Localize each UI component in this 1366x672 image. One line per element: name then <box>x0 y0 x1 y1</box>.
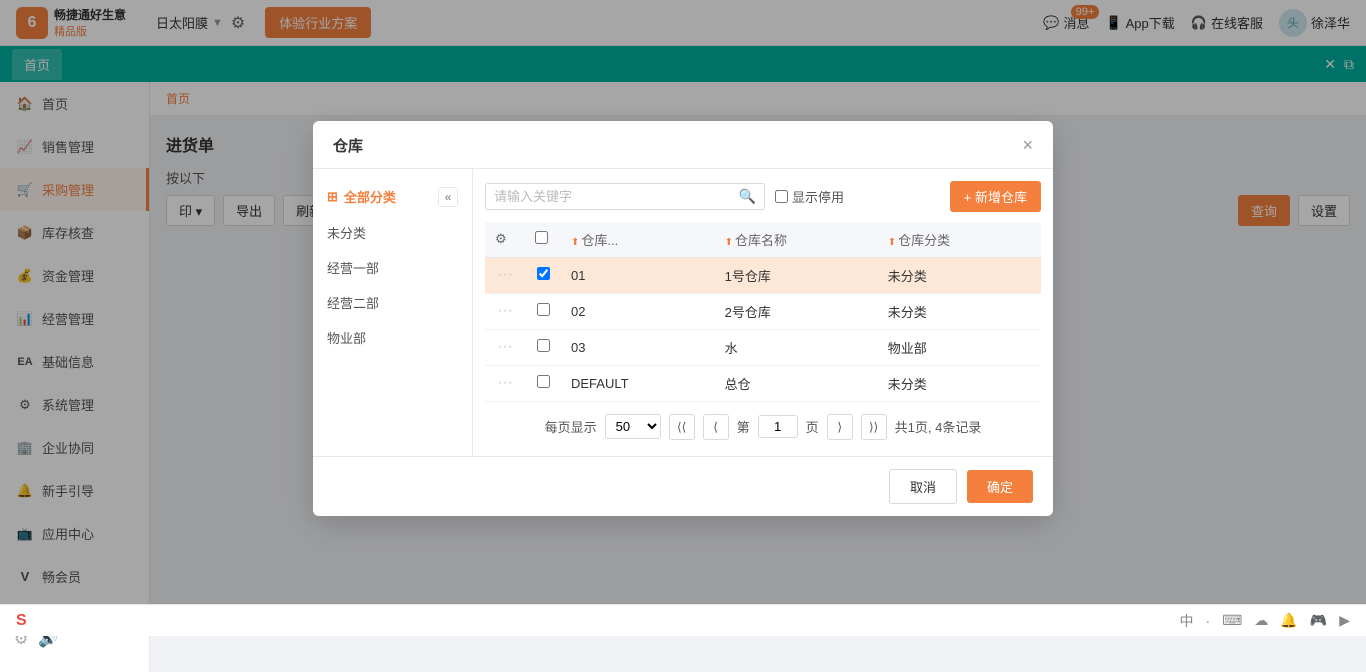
category-collapse-btn[interactable]: « <box>438 187 458 207</box>
category-property[interactable]: 物业部 <box>313 320 472 355</box>
select-all-checkbox[interactable] <box>535 231 548 244</box>
warehouse-table: ⚙ ⬆仓库... ⬆仓库名称 ⬆仓库分类 ··· 01 1号仓库 未分类 · <box>485 222 1041 402</box>
row-category: 物业部 <box>878 329 1041 365</box>
row-more-icon[interactable]: ··· <box>497 374 513 391</box>
search-icon[interactable]: 🔍 <box>739 188 756 205</box>
row-more-icon[interactable]: ··· <box>497 266 513 283</box>
table-body: ··· 01 1号仓库 未分类 ··· 02 2号仓库 未分类 ··· 03 水… <box>485 257 1041 401</box>
th-gear[interactable]: ⚙ <box>485 222 525 258</box>
dialog-title: 仓库 <box>333 135 363 156</box>
row-more-icon[interactable]: ··· <box>497 338 513 355</box>
show-disabled-checkbox-label[interactable]: 显示停用 <box>775 187 844 206</box>
row-checkbox[interactable] <box>537 375 550 388</box>
show-disabled-label: 显示停用 <box>792 187 844 206</box>
row-code: 03 <box>561 329 715 365</box>
total-records-label: 共1页, 4条记录 <box>895 417 982 436</box>
row-actions[interactable]: ··· <box>485 329 525 365</box>
search-input[interactable] <box>494 189 739 204</box>
table-toolbar: 🔍 显示停用 + 新增仓库 <box>485 181 1041 212</box>
category-panel: ⊞ 全部分类 « 未分类 经营一部 经营二部 物业部 <box>313 169 473 456</box>
table-panel: 🔍 显示停用 + 新增仓库 ⚙ ⬆仓库... <box>473 169 1053 456</box>
cloud-icon[interactable]: ☁ <box>1254 612 1268 629</box>
warehouse-dialog: 仓库 × ⊞ 全部分类 « 未分类 经营一部 经营二部 物业部 <box>313 121 1053 516</box>
table-row[interactable]: ··· 02 2号仓库 未分类 <box>485 293 1041 329</box>
table-row[interactable]: ··· 01 1号仓库 未分类 <box>485 257 1041 293</box>
th-category: ⬆仓库分类 <box>878 222 1041 258</box>
row-actions[interactable]: ··· <box>485 365 525 401</box>
per-page-label: 每页显示 <box>545 417 597 436</box>
bell-icon[interactable]: 🔔 <box>1280 612 1297 629</box>
row-category: 未分类 <box>878 257 1041 293</box>
category-grid-icon: ⊞ <box>327 189 338 205</box>
row-code: 02 <box>561 293 715 329</box>
row-checkbox[interactable] <box>537 339 550 352</box>
th-name: ⬆仓库名称 <box>715 222 878 258</box>
add-warehouse-btn[interactable]: + 新增仓库 <box>950 181 1041 212</box>
show-disabled-checkbox[interactable] <box>775 190 788 203</box>
table-row[interactable]: ··· 03 水 物业部 <box>485 329 1041 365</box>
row-actions[interactable]: ··· <box>485 293 525 329</box>
ime-zh-icon[interactable]: 中 <box>1179 611 1193 631</box>
page-suffix: 页 <box>806 417 819 436</box>
search-box: 🔍 <box>485 183 765 210</box>
row-checkbox-cell <box>525 257 561 293</box>
pagination: 每页显示 50 20 100 ⟨⟨ ⟨ 第 页 ⟩ ⟩⟩ 共1页, 4条记录 <box>485 402 1041 444</box>
row-name: 1号仓库 <box>715 257 878 293</box>
ime-dot-icon[interactable]: · <box>1205 613 1210 629</box>
table-header-row: ⚙ ⬆仓库... ⬆仓库名称 ⬆仓库分类 <box>485 222 1041 258</box>
category-all-label: 全部分类 <box>344 187 396 206</box>
row-checkbox-cell <box>525 365 561 401</box>
dialog-overlay: 仓库 × ⊞ 全部分类 « 未分类 经营一部 经营二部 物业部 <box>0 0 1366 636</box>
table-row[interactable]: ··· DEFAULT 总仓 未分类 <box>485 365 1041 401</box>
category-all[interactable]: ⊞ 全部分类 « <box>313 179 472 215</box>
per-page-select[interactable]: 50 20 100 <box>605 414 661 439</box>
cancel-button[interactable]: 取消 <box>889 469 957 504</box>
row-checkbox[interactable] <box>537 267 550 280</box>
bottom-logo: S <box>16 612 27 630</box>
row-name: 2号仓库 <box>715 293 878 329</box>
play-icon[interactable]: ▶ <box>1339 612 1350 629</box>
last-page-btn[interactable]: ⟩⟩ <box>861 414 887 440</box>
row-name: 水 <box>715 329 878 365</box>
sort-name-icon: ⬆ <box>725 237 733 248</box>
category-dept1[interactable]: 经营一部 <box>313 250 472 285</box>
th-code: ⬆仓库... <box>561 222 715 258</box>
dialog-close-btn[interactable]: × <box>1022 135 1033 156</box>
prev-page-btn[interactable]: ⟨ <box>703 414 729 440</box>
row-category: 未分类 <box>878 365 1041 401</box>
row-code: DEFAULT <box>561 365 715 401</box>
row-checkbox-cell <box>525 293 561 329</box>
row-more-icon[interactable]: ··· <box>497 302 513 319</box>
dialog-body: ⊞ 全部分类 « 未分类 经营一部 经营二部 物业部 🔍 <box>313 169 1053 456</box>
category-dept2[interactable]: 经营二部 <box>313 285 472 320</box>
dialog-footer: 取消 确定 <box>313 456 1053 516</box>
row-code: 01 <box>561 257 715 293</box>
row-checkbox-cell <box>525 329 561 365</box>
row-checkbox[interactable] <box>537 303 550 316</box>
page-number-input[interactable] <box>758 415 798 438</box>
category-unclassified[interactable]: 未分类 <box>313 215 472 250</box>
next-page-btn[interactable]: ⟩ <box>827 414 853 440</box>
row-name: 总仓 <box>715 365 878 401</box>
row-category: 未分类 <box>878 293 1041 329</box>
row-actions[interactable]: ··· <box>485 257 525 293</box>
bottom-bar: S 中 · ⌨ ☁ 🔔 🎮 ▶ <box>0 604 1366 636</box>
keyboard-icon[interactable]: ⌨ <box>1222 612 1242 629</box>
confirm-button[interactable]: 确定 <box>967 470 1033 503</box>
first-page-btn[interactable]: ⟨⟨ <box>669 414 695 440</box>
th-checkbox <box>525 222 561 258</box>
sort-cat-icon: ⬆ <box>888 237 896 248</box>
dialog-header: 仓库 × <box>313 121 1053 169</box>
gamepad-icon[interactable]: 🎮 <box>1310 612 1327 629</box>
page-label: 第 <box>737 417 750 436</box>
sort-code-icon: ⬆ <box>571 237 579 248</box>
